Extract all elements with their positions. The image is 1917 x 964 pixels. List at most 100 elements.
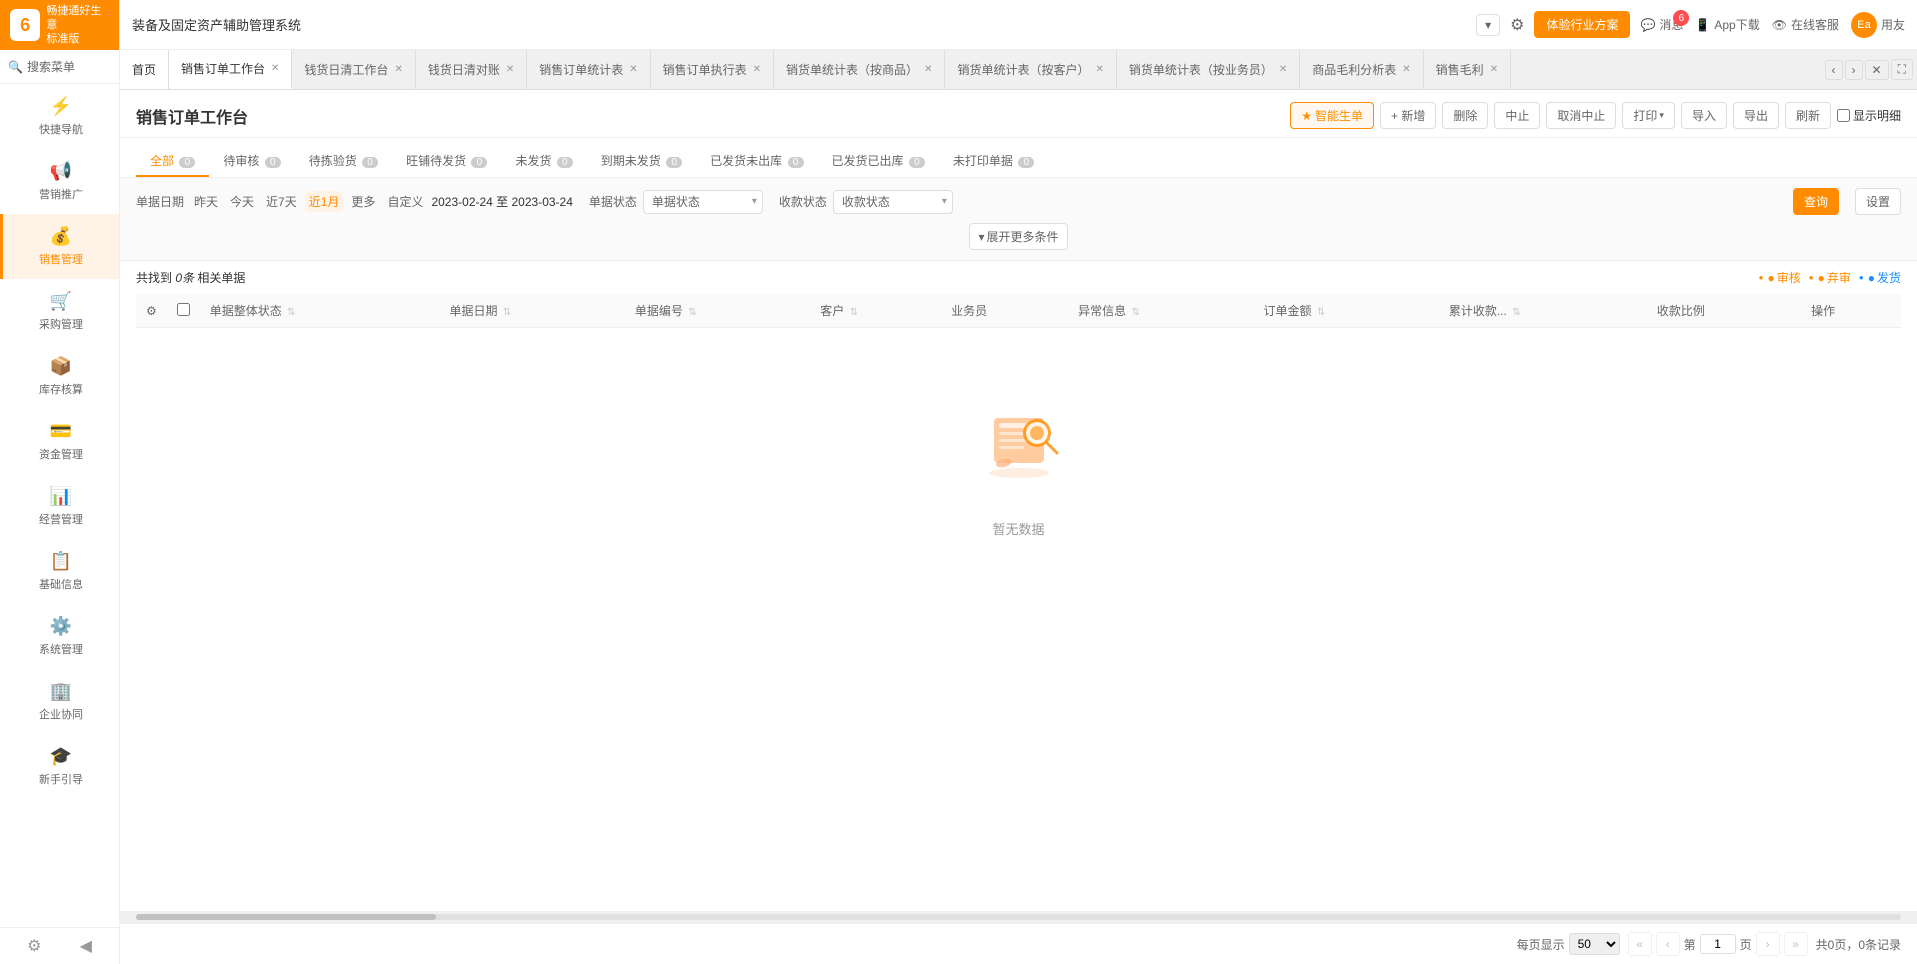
th-customer[interactable]: 客户 ⇅ (810, 294, 941, 328)
th-settings[interactable]: ⚙ (136, 294, 167, 328)
tab-close-sales-stat[interactable]: ✕ (629, 64, 637, 75)
sidebar-item-base-info[interactable]: 📋 基础信息 (0, 539, 119, 604)
sidebar-item-operations[interactable]: 📊 经营管理 (0, 474, 119, 539)
tab-cash-daily[interactable]: 钱货日清工作台✕ (292, 50, 415, 89)
user-menu-btn[interactable]: Ea 用友 (1851, 12, 1905, 38)
show-detail-checkbox[interactable] (1837, 109, 1850, 122)
th-collected[interactable]: 累计收款... ⇅ (1439, 294, 1647, 328)
sidebar-item-purchase[interactable]: 🛒 采购管理 (0, 279, 119, 344)
expand-conditions-btn[interactable]: ▾ 展开更多条件 (969, 223, 1067, 250)
date-btn-近7天[interactable]: 近7天 (262, 191, 301, 212)
tab-sales-workbench[interactable]: 销售订单工作台✕ (169, 50, 292, 89)
th-staff[interactable]: 业务员 (941, 294, 1068, 328)
tab-close-cash-reconcile[interactable]: ✕ (506, 64, 514, 75)
status-select[interactable]: 单据状态 (643, 190, 763, 214)
sidebar-item-quick-nav[interactable]: ⚡ 快捷导航 (0, 84, 119, 149)
pagination-page-input[interactable] (1700, 934, 1736, 954)
inventory-nav-icon: 📦 (50, 356, 72, 377)
date-btn-昨天[interactable]: 昨天 (190, 191, 222, 212)
date-btn-更多[interactable]: 更多 (347, 191, 379, 212)
sidebar-item-system[interactable]: ⚙️ 系统管理 (0, 604, 119, 669)
pagination-size-select[interactable]: 50 10 20 100 (1569, 933, 1620, 955)
message-btn[interactable]: 💬 消息 6 (1640, 16, 1683, 33)
tab-close-sales-profit[interactable]: ✕ (1490, 64, 1498, 75)
th-checkbox[interactable] (167, 294, 200, 328)
topbar-dropdown-btn[interactable]: ▾ (1476, 14, 1500, 36)
scrollbar-thumb[interactable] (136, 914, 436, 920)
new-btn[interactable]: + 新增 (1380, 102, 1436, 129)
tab-scroll-left[interactable]: ‹ (1825, 60, 1843, 80)
refresh-btn[interactable]: 刷新 (1785, 102, 1831, 129)
pagination-first-btn[interactable]: « (1628, 932, 1652, 956)
date-btn-今天[interactable]: 今天 (226, 191, 258, 212)
sidebar-item-enterprise[interactable]: 🏢 企业协同 (0, 669, 119, 734)
topbar-settings-btn[interactable]: ⚙ (1510, 15, 1524, 35)
th-abnormal[interactable]: 异常信息 ⇅ (1068, 294, 1253, 328)
tab-cash-reconcile[interactable]: 钱货日清对账✕ (416, 50, 527, 89)
tab-close-sales-exec[interactable]: ✕ (753, 64, 761, 75)
smart-generate-btn[interactable]: ★ 智能生单 (1290, 102, 1374, 129)
tab-close-sales-workbench[interactable]: ✕ (271, 63, 279, 74)
filter-tab-expired-not-shipped[interactable]: 到期未发货 0 (587, 146, 696, 177)
select-all-checkbox[interactable] (177, 303, 190, 316)
pagination-last-btn[interactable]: » (1784, 932, 1808, 956)
filter-tab-shipped-not-out[interactable]: 已发货未出库 0 (696, 146, 817, 177)
sidebar-item-inventory[interactable]: 📦 库存核算 (0, 344, 119, 409)
th-amount[interactable]: 订单金额 ⇅ (1254, 294, 1439, 328)
review-action[interactable]: ● 审核 (1759, 269, 1801, 286)
tab-sales-exec[interactable]: 销售订单执行表✕ (651, 50, 774, 89)
ship-action[interactable]: ● 发货 (1859, 269, 1901, 286)
industry-btn[interactable]: 体验行业方案 (1534, 11, 1630, 38)
tab-close-sales-sum-staff[interactable]: ✕ (1279, 64, 1287, 75)
abandon-review-action[interactable]: ● 弃审 (1809, 269, 1851, 286)
tab-close-sales-sum-product[interactable]: ✕ (924, 64, 932, 75)
th-date[interactable]: 单据日期 ⇅ (440, 294, 625, 328)
import-btn[interactable]: 导入 (1681, 102, 1727, 129)
tab-sales-stat[interactable]: 销售订单统计表✕ (527, 50, 650, 89)
filter-tab-all[interactable]: 全部 0 (136, 146, 209, 177)
filter-tab-pending-review[interactable]: 待审核 0 (209, 146, 294, 177)
sidebar-item-sales[interactable]: 💰 销售管理 (0, 214, 119, 279)
tab-close-sales-margin[interactable]: ✕ (1402, 64, 1410, 75)
show-detail-label[interactable]: 显示明细 (1837, 107, 1901, 124)
filter-tab-pending-inspect[interactable]: 待拣验货 0 (295, 146, 392, 177)
tab-close-all[interactable]: ✕ (1865, 60, 1889, 80)
tab-sales-sum-staff[interactable]: 销货单统计表（按业务员）✕ (1117, 50, 1300, 89)
sidebar-item-finance[interactable]: 💳 资金管理 (0, 409, 119, 474)
settings-query-btn[interactable]: 设置 (1855, 188, 1901, 215)
payment-select[interactable]: 收款状态 (833, 190, 953, 214)
tab-scroll-right[interactable]: › (1845, 60, 1863, 80)
tab-close-sales-sum-customer[interactable]: ✕ (1095, 64, 1103, 75)
stop-btn[interactable]: 中止 (1494, 102, 1540, 129)
collapse-icon[interactable]: ◀ (80, 936, 92, 956)
horizontal-scrollbar[interactable] (120, 911, 1917, 923)
tab-sales-profit[interactable]: 销售毛利✕ (1424, 50, 1511, 89)
date-btn-自定义[interactable]: 自定义 (383, 191, 427, 212)
filter-tab-shipped-out[interactable]: 已发货已出库 0 (818, 146, 939, 177)
delete-btn[interactable]: 删除 (1442, 102, 1488, 129)
cancel-stop-btn[interactable]: 取消中止 (1546, 102, 1616, 129)
filter-tab-not-printed[interactable]: 未打印单据 0 (939, 146, 1048, 177)
pagination-next-btn[interactable]: › (1756, 932, 1780, 956)
app-download-btn[interactable]: 📱 App下载 (1695, 16, 1759, 33)
tab-sales-margin[interactable]: 商品毛利分析表✕ (1300, 50, 1423, 89)
pagination-prev-btn[interactable]: ‹ (1656, 932, 1680, 956)
search-menu-item[interactable]: 🔍 搜索菜单 (0, 50, 119, 84)
date-btn-近1月[interactable]: 近1月 (305, 191, 344, 212)
tab-label-home: 首页 (132, 61, 156, 78)
filter-tab-wangpu-pending[interactable]: 旺铺待发货 0 (392, 146, 501, 177)
online-service-btn[interactable]: 👁 在线客服 (1772, 16, 1839, 33)
print-btn[interactable]: 打印 ▾ (1622, 102, 1675, 129)
sidebar-item-marketing[interactable]: 📢 营销推广 (0, 149, 119, 214)
export-btn[interactable]: 导出 (1733, 102, 1779, 129)
th-number[interactable]: 单据编号 ⇅ (625, 294, 810, 328)
tab-sales-sum-customer[interactable]: 销货单统计表（按客户）✕ (945, 50, 1116, 89)
tab-close-cash-daily[interactable]: ✕ (394, 64, 402, 75)
query-btn[interactable]: 查询 (1793, 188, 1839, 215)
settings-bottom-icon[interactable]: ⚙ (27, 936, 41, 956)
sidebar-item-guide[interactable]: 🎓 新手引导 (0, 734, 119, 799)
tab-sales-sum-product[interactable]: 销货单统计表（按商品）✕ (774, 50, 945, 89)
tab-maximize[interactable]: ⛶ (1891, 59, 1913, 80)
tab-home[interactable]: 首页 (120, 50, 169, 89)
filter-tab-not-shipped[interactable]: 未发货 0 (501, 146, 586, 177)
